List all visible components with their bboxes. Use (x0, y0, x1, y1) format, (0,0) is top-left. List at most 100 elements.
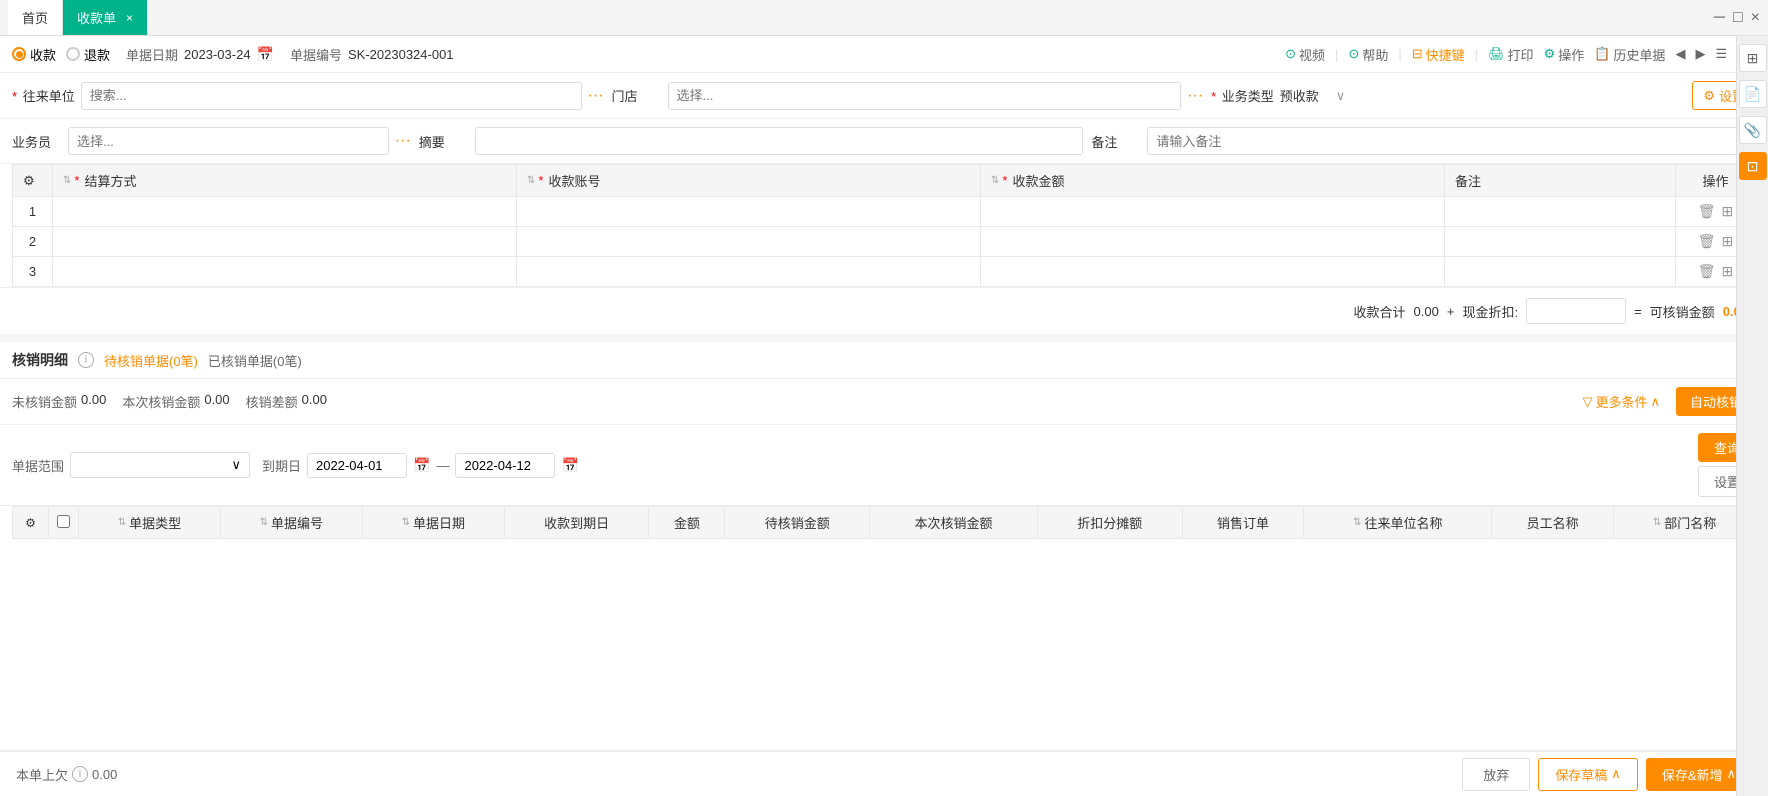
settings-icon: ⚙ (1703, 88, 1715, 104)
store-input[interactable] (668, 82, 1182, 110)
unchecked-label: 未核销金额 (12, 392, 77, 411)
bt-th-sales-order: 销售订单 (1182, 507, 1304, 539)
biz-type-arrow[interactable]: ∨ (1336, 88, 1346, 104)
toolbar-right: ⊙ 视频 | ⊙ 帮助 | ⊟ 快捷键 | 🖨 打印 ⚙ 操作 (1285, 44, 1756, 64)
footer-actions: 放弃 保存草稿 ∧ 保存&新增 ∧ (1462, 758, 1752, 791)
salesperson-label: 业务员 (12, 132, 62, 151)
chevron-up-icon: ∧ (1650, 394, 1660, 410)
print-icon: 🖨 (1488, 46, 1505, 62)
row-account[interactable] (517, 257, 981, 287)
doc-range-label: 单据范围 (12, 456, 64, 475)
row-copy-icon[interactable]: ⊞ (1722, 233, 1734, 250)
nav-next-btn[interactable]: ▶ (1695, 46, 1705, 62)
row-settle[interactable] (53, 227, 517, 257)
th-gear[interactable]: ⚙ (13, 165, 53, 197)
tab-current[interactable]: 收款单 × (63, 0, 147, 35)
salesperson-more-btn[interactable]: ··· (395, 133, 411, 149)
abandon-btn[interactable]: 放弃 (1462, 758, 1530, 791)
receivable-label: 可核销金额 (1650, 302, 1715, 321)
row-remarks-cell[interactable] (1445, 227, 1676, 257)
due-date-from-calendar[interactable]: 📅 (413, 457, 430, 474)
maximize-icon[interactable]: □ (1733, 9, 1743, 27)
window-controls: ─ □ × (1714, 9, 1760, 27)
sidebar-attachment-icon[interactable]: 📎 (1739, 116, 1767, 144)
due-date-from-input[interactable] (307, 453, 407, 478)
radio-income[interactable]: 收款 (12, 45, 56, 64)
toolbar-row: 收款 退款 单据日期 2023-03-24 📅 单据编号 SK-20230324… (0, 36, 1768, 73)
save-draft-btn[interactable]: 保存草稿 ∧ (1538, 758, 1638, 791)
info-icon[interactable]: i (78, 352, 94, 368)
due-date-to-calendar[interactable]: 📅 (561, 457, 578, 474)
row-account[interactable] (517, 197, 981, 227)
select-all-checkbox[interactable] (57, 515, 70, 528)
biz-type-label: * 业务类型 (1211, 86, 1274, 105)
row-num: 2 (13, 227, 53, 257)
row-settle[interactable] (53, 257, 517, 287)
save-draft-arrow[interactable]: ∧ (1611, 766, 1621, 782)
operations-icon: ⚙ (1544, 46, 1556, 62)
due-date-to-input[interactable] (455, 453, 555, 478)
list-view-btn[interactable]: ☰ (1715, 46, 1727, 62)
sidebar-screenshot-icon[interactable]: ⊡ (1739, 152, 1767, 180)
row-amount[interactable] (981, 257, 1445, 287)
sidebar-document-icon[interactable]: 📄 (1739, 80, 1767, 108)
table-row: 1 🗑 ⊞ (13, 197, 1756, 227)
summary-input[interactable] (475, 127, 1084, 155)
row-copy-icon[interactable]: ⊞ (1722, 263, 1734, 280)
divider1: | (1335, 47, 1338, 62)
row-amount[interactable] (981, 197, 1445, 227)
row-remarks-cell[interactable] (1445, 197, 1676, 227)
video-btn[interactable]: ⊙ 视频 (1285, 45, 1325, 64)
done-tab[interactable]: 已核销单据(0笔) (208, 351, 302, 370)
pending-tab[interactable]: 待核销单据(0笔) (104, 351, 198, 370)
shortcut-icon: ⊟ (1412, 46, 1423, 62)
row-delete-icon[interactable]: 🗑 (1698, 233, 1716, 250)
row-account[interactable] (517, 227, 981, 257)
equals-sign: = (1634, 304, 1642, 319)
doc-no-field: 单据编号 SK-20230324-001 (290, 45, 454, 64)
nuclear-header: 核销明细 i 待核销单据(0笔) 已核销单据(0笔) (0, 342, 1768, 379)
partner-more-btn[interactable]: ··· (588, 88, 604, 104)
doc-range-select[interactable]: ∨ (70, 452, 250, 478)
form-row-2: 业务员 ··· 摘要 备注 (0, 119, 1768, 164)
th-account: ⇅*收款账号 (517, 165, 981, 197)
shortcut-label: 快捷键 (1426, 45, 1465, 64)
close-icon[interactable]: × (1751, 9, 1760, 27)
partner-input[interactable] (81, 82, 582, 110)
calendar-icon[interactable]: 📅 (257, 46, 274, 63)
help-btn[interactable]: ⊙ 帮助 (1348, 45, 1388, 64)
bt-th-employee: 员工名称 (1492, 507, 1614, 539)
row-delete-icon[interactable]: 🗑 (1698, 203, 1716, 220)
nav-prev-btn[interactable]: ◀ (1675, 46, 1685, 62)
row-amount[interactable] (981, 227, 1445, 257)
radio-refund[interactable]: 退款 (66, 45, 110, 64)
bt-th-gear[interactable]: ⚙ (13, 507, 49, 539)
current-check-stat: 本次核销金额 0.00 (122, 392, 229, 411)
print-btn[interactable]: 🖨 打印 (1488, 45, 1534, 64)
bt-th-type: ⇅单据类型 (79, 507, 221, 539)
minimize-icon[interactable]: ─ (1714, 9, 1725, 27)
row-remarks-cell[interactable] (1445, 257, 1676, 287)
bt-th-amount: 金额 (649, 507, 725, 539)
salesperson-input[interactable] (68, 127, 389, 155)
tab-close-icon[interactable]: × (126, 11, 133, 25)
row-copy-icon[interactable]: ⊞ (1722, 203, 1734, 220)
filter-icon: ▽ (1582, 394, 1592, 410)
main-table: ⚙ ⇅*结算方式 ⇅*收款账号 ⇅*收款金额 备注 操作 (12, 164, 1756, 287)
remarks-input[interactable] (1147, 127, 1756, 155)
bt-th-checkbox[interactable] (49, 507, 79, 539)
discount-input[interactable] (1526, 298, 1626, 324)
video-icon: ⊙ (1285, 46, 1296, 62)
sidebar-table-icon[interactable]: ⊞ (1739, 44, 1767, 72)
help-label: 帮助 (1362, 45, 1388, 64)
store-more-btn[interactable]: ··· (1187, 88, 1203, 104)
save-new-arrow[interactable]: ∧ (1726, 766, 1736, 782)
row-delete-icon[interactable]: 🗑 (1698, 263, 1716, 280)
bt-th-pending: 待核销金额 (725, 507, 870, 539)
operations-btn[interactable]: ⚙ 操作 (1544, 45, 1585, 64)
row-settle[interactable] (53, 197, 517, 227)
more-conditions-btn[interactable]: ▽ 更多条件 ∧ (1582, 392, 1660, 411)
shortcut-btn[interactable]: ⊟ 快捷键 (1412, 45, 1465, 64)
tab-home[interactable]: 首页 (8, 0, 63, 35)
history-btn[interactable]: 📋 历史单据 (1594, 45, 1665, 64)
